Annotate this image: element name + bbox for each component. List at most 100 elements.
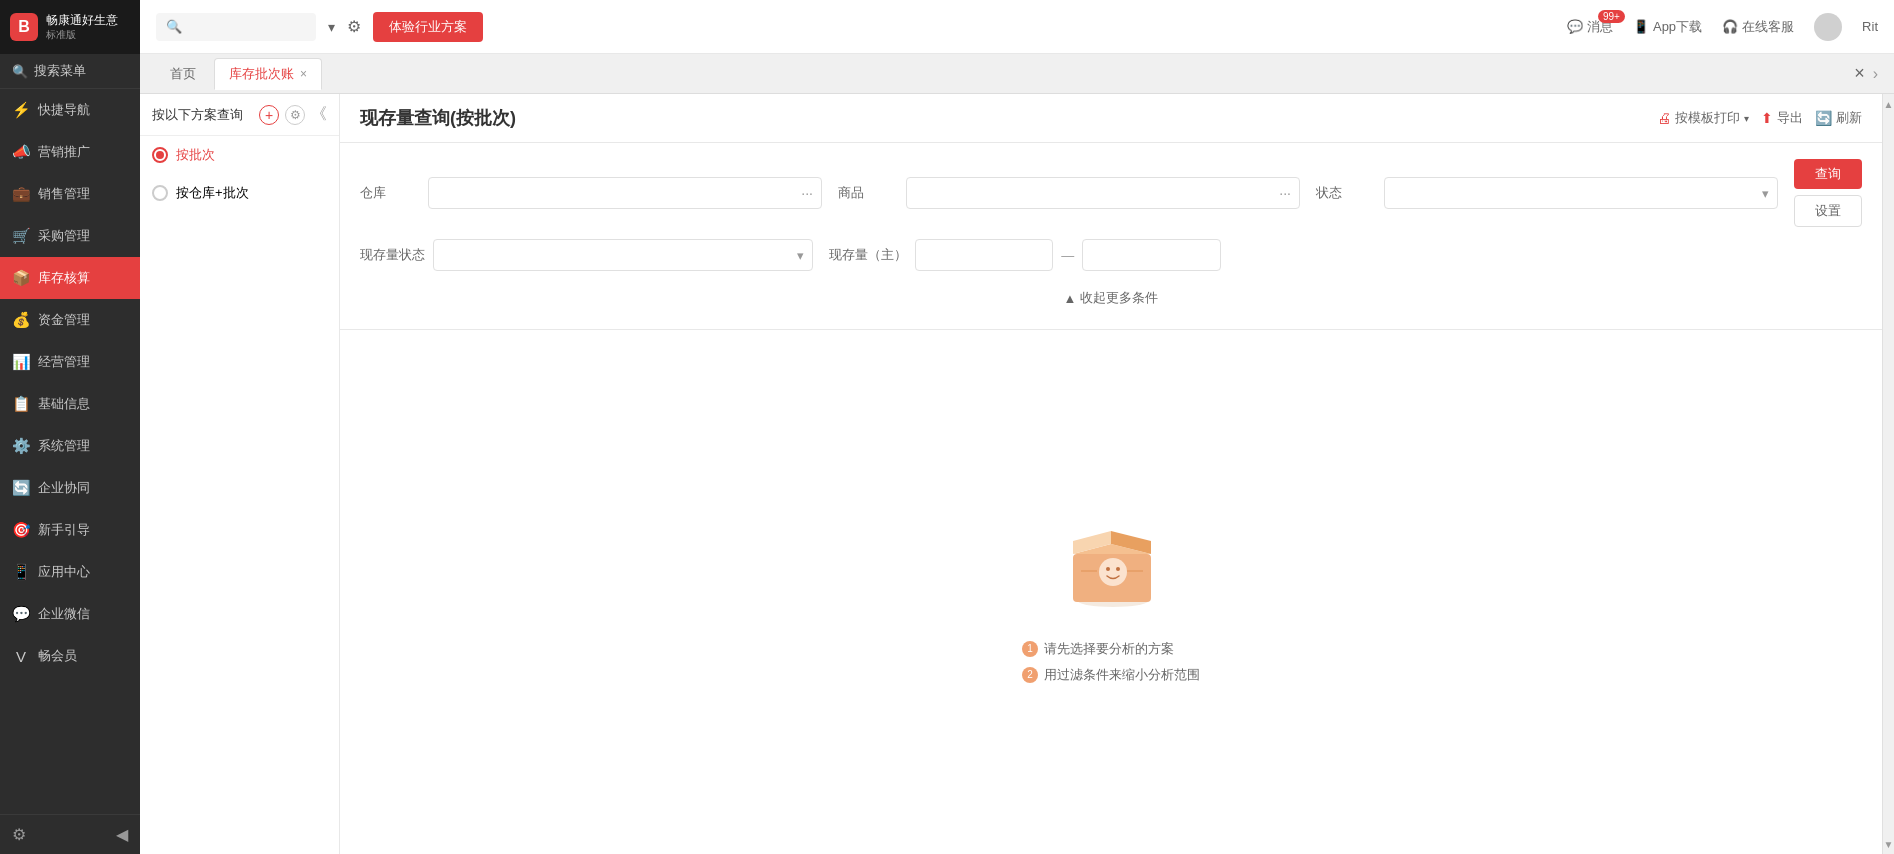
tab-close-icon[interactable]: × [300,67,307,81]
service-label: 在线客服 [1742,18,1794,36]
topbar-right: 💬 消息 99+ 📱 App下载 🎧 在线客服 Rit [1567,13,1878,41]
scroll-up-button[interactable]: ▲ [1883,94,1894,114]
service-icon: 🎧 [1722,19,1738,34]
settings-button[interactable]: 设置 [1794,195,1862,227]
sidebar-item-label: 企业微信 [38,605,90,623]
close-panel-icon[interactable]: × [1854,63,1865,84]
inventory-status-field: 现存量状态 ▾ [360,239,813,271]
app-icon: 📱 [1633,19,1649,34]
action-buttons: 查询 设置 [1794,159,1862,227]
export-icon: ⬆ [1761,110,1773,126]
messages-button[interactable]: 💬 消息 99+ [1567,18,1613,36]
version-label: 标准版 [46,28,118,41]
sidebar: B 畅康通好生意 标准版 🔍 搜索菜单 ⚡ 快捷导航 📣 营销推广 💼 销售管理… [0,0,140,854]
sidebar-header: B 畅康通好生意 标准版 [0,0,140,54]
scheme-item-by-batch[interactable]: 按批次 [140,136,339,174]
product-input[interactable]: ··· [906,177,1300,209]
quick-nav-icon: ⚡ [12,101,30,119]
print-icon: 🖨 [1657,110,1671,126]
sidebar-item-operations[interactable]: 📊 经营管理 [0,341,140,383]
sidebar-search[interactable]: 🔍 搜索菜单 [0,54,140,89]
tab-home[interactable]: 首页 [156,58,210,90]
topbar-gear-icon[interactable]: ⚙ [347,17,361,36]
product-more-icon[interactable]: ··· [1279,185,1291,201]
inventory-qty-to[interactable] [1082,239,1221,271]
filter-row-2: 现存量状态 ▾ 现存量（主） — [360,239,1862,271]
sidebar-item-label: 采购管理 [38,227,90,245]
export-button[interactable]: ⬆ 导出 [1761,109,1803,127]
right-scrollbar: ▲ ▼ [1882,94,1894,854]
sidebar-item-inventory[interactable]: 📦 库存核算 [0,257,140,299]
tip-number-2: 2 [1022,667,1038,683]
sidebar-item-purchase[interactable]: 🛒 采购管理 [0,215,140,257]
empty-tips: 1 请先选择要分析的方案 2 用过滤条件来缩小分析范围 [1022,636,1200,688]
qty-dash: — [1053,248,1082,263]
username-label[interactable]: Rit [1862,19,1878,34]
more-icon[interactable]: › [1873,65,1878,83]
scheme-collapse-icon[interactable]: 《 [311,104,327,125]
status-select[interactable]: ▾ [1384,177,1778,209]
inventory-qty-label: 现存量（主） [829,246,907,264]
empty-tip-1: 1 请先选择要分析的方案 [1022,636,1200,662]
collapse-sidebar-icon[interactable]: ◀ [116,825,128,844]
page-title: 现存量查询(按批次) [360,106,516,130]
empty-tip-2: 2 用过滤条件来缩小分析范围 [1022,662,1200,688]
status-dropdown-icon: ▾ [1762,186,1769,201]
filter-row-1: 仓库 ··· 商品 ··· [360,159,1862,227]
search-label: 搜索菜单 [34,62,86,80]
tab-inventory-batch[interactable]: 库存批次账 × [214,58,322,90]
query-button[interactable]: 查询 [1794,159,1862,189]
print-dropdown-icon: ▾ [1744,113,1749,124]
sidebar-item-system[interactable]: ⚙️ 系统管理 [0,425,140,467]
sidebar-item-quick-nav[interactable]: ⚡ 快捷导航 [0,89,140,131]
sidebar-item-label: 营销推广 [38,143,90,161]
warehouse-input[interactable]: ··· [428,177,822,209]
topbar-dropdown[interactable]: ▾ [328,19,335,35]
empty-illustration [1051,496,1171,616]
svg-point-2 [1099,558,1127,586]
sidebar-item-app-center[interactable]: 📱 应用中心 [0,551,140,593]
settings-icon[interactable]: ⚙ [12,825,26,844]
sidebar-item-label: 畅会员 [38,647,77,665]
sidebar-item-label: 经营管理 [38,353,90,371]
scheme-item-by-warehouse-batch[interactable]: 按仓库+批次 [140,174,339,212]
sidebar-item-sales[interactable]: 💼 销售管理 [0,173,140,215]
app-download-button[interactable]: 📱 App下载 [1633,18,1702,36]
sidebar-item-new-guide[interactable]: 🎯 新手引导 [0,509,140,551]
sidebar-item-member[interactable]: V 畅会员 [0,635,140,677]
status-label: 状态 [1316,184,1376,202]
warehouse-more-icon[interactable]: ··· [801,185,813,201]
add-scheme-button[interactable]: + [259,105,279,125]
print-button[interactable]: 🖨 按模板打印 ▾ [1657,109,1749,127]
topbar-search-icon: 🔍 [166,19,182,34]
sidebar-item-wechat[interactable]: 💬 企业微信 [0,593,140,635]
collapse-more-button[interactable]: ▲ 收起更多条件 [360,283,1862,313]
export-label: 导出 [1777,109,1803,127]
sidebar-item-label: 资金管理 [38,311,90,329]
sidebar-item-finance[interactable]: 💰 资金管理 [0,299,140,341]
company-name: 畅康通好生意 [46,13,118,29]
sidebar-item-base-info[interactable]: 📋 基础信息 [0,383,140,425]
tab-inventory-batch-label: 库存批次账 [229,65,294,83]
purchase-icon: 🛒 [12,227,30,245]
tip-text-2: 用过滤条件来缩小分析范围 [1044,662,1200,688]
scroll-down-button[interactable]: ▼ [1883,834,1894,854]
svg-point-3 [1106,567,1110,571]
refresh-label: 刷新 [1836,109,1862,127]
scheme-settings-button[interactable]: ⚙ [285,105,305,125]
user-avatar[interactable] [1814,13,1842,41]
refresh-button[interactable]: 🔄 刷新 [1815,109,1862,127]
inventory-qty-from[interactable] [915,239,1054,271]
customer-service-button[interactable]: 🎧 在线客服 [1722,18,1794,36]
collapse-up-icon: ▲ [1064,291,1077,306]
topbar: 🔍 ▾ ⚙ 体验行业方案 💬 消息 99+ 📱 App下载 🎧 在线客服 Rit [140,0,1894,54]
inventory-status-select[interactable]: ▾ [433,239,813,271]
member-icon: V [12,647,30,665]
inventory-qty-field: 现存量（主） — [829,239,1282,271]
topbar-search[interactable]: 🔍 [156,13,316,41]
scheme-panel-header: 按以下方案查询 + ⚙ 《 [140,94,339,136]
sidebar-item-enterprise[interactable]: 🔄 企业协同 [0,467,140,509]
sidebar-item-marketing[interactable]: 📣 营销推广 [0,131,140,173]
trial-button[interactable]: 体验行业方案 [373,12,483,42]
message-icon: 💬 [1567,19,1583,34]
